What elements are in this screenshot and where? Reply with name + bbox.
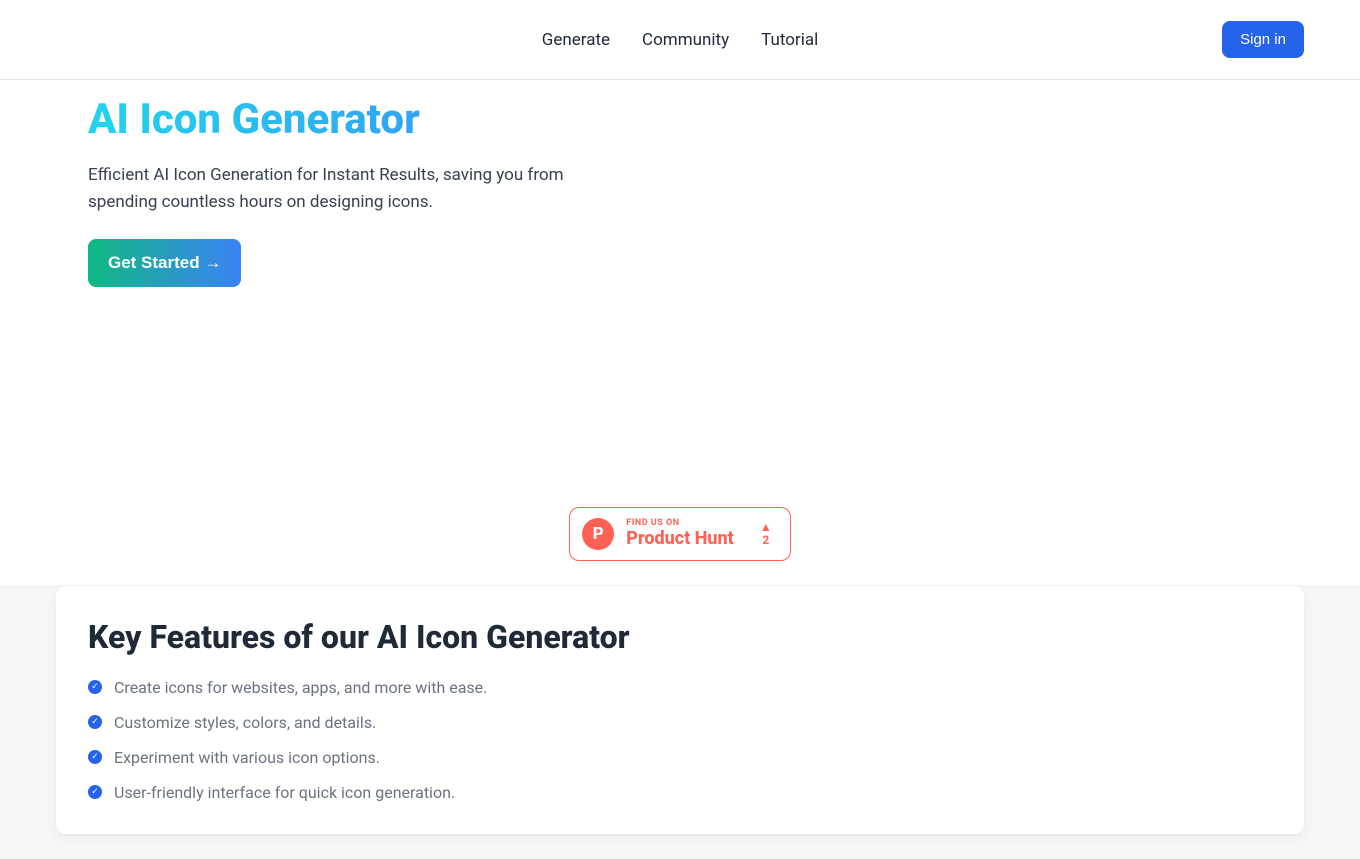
hero-title: AI Icon Generator: [88, 96, 1272, 144]
upvote-icon: ▲: [760, 521, 772, 533]
feature-text: Create icons for websites, apps, and mor…: [114, 678, 487, 697]
top-nav: Generate Community Tutorial Sign in: [0, 0, 1360, 80]
nav-link-tutorial[interactable]: Tutorial: [761, 30, 818, 50]
product-hunt-wrap: P FIND US ON Product Hunt ▲ 2: [0, 507, 1360, 561]
feature-text: Experiment with various icon options.: [114, 748, 380, 767]
hero-subtitle: Efficient AI Icon Generation for Instant…: [88, 162, 608, 215]
check-circle-icon: ✓: [88, 680, 102, 694]
features-list: ✓ Create icons for websites, apps, and m…: [88, 678, 1272, 802]
feature-text: Customize styles, colors, and details.: [114, 713, 376, 732]
product-hunt-badge[interactable]: P FIND US ON Product Hunt ▲ 2: [569, 507, 790, 561]
nav-right: Sign in: [1104, 21, 1304, 58]
product-hunt-votes: 2: [762, 533, 769, 547]
check-circle-icon: ✓: [88, 785, 102, 799]
check-circle-icon: ✓: [88, 750, 102, 764]
product-hunt-name: Product Hunt: [626, 529, 734, 549]
product-hunt-text: FIND US ON Product Hunt: [626, 519, 734, 549]
check-circle-icon: ✓: [88, 715, 102, 729]
hero: AI Icon Generator Efficient AI Icon Gene…: [0, 80, 1360, 287]
product-hunt-vote: ▲ 2: [760, 521, 772, 547]
get-started-button[interactable]: Get Started →: [88, 239, 241, 287]
feature-item: ✓ User-friendly interface for quick icon…: [88, 783, 1272, 802]
feature-item: ✓ Experiment with various icon options.: [88, 748, 1272, 767]
nav-link-generate[interactable]: Generate: [542, 30, 610, 50]
signin-button[interactable]: Sign in: [1222, 21, 1304, 58]
feature-item: ✓ Customize styles, colors, and details.: [88, 713, 1272, 732]
feature-item: ✓ Create icons for websites, apps, and m…: [88, 678, 1272, 697]
features-card: Key Features of our AI Icon Generator ✓ …: [56, 586, 1304, 834]
lower-section: Key Features of our AI Icon Generator ✓ …: [0, 585, 1360, 859]
features-heading: Key Features of our AI Icon Generator: [88, 618, 1272, 656]
product-hunt-logo-icon: P: [582, 518, 614, 550]
feature-text: User-friendly interface for quick icon g…: [114, 783, 455, 802]
nav-link-community[interactable]: Community: [642, 30, 729, 50]
nav-links: Generate Community Tutorial: [542, 30, 818, 50]
